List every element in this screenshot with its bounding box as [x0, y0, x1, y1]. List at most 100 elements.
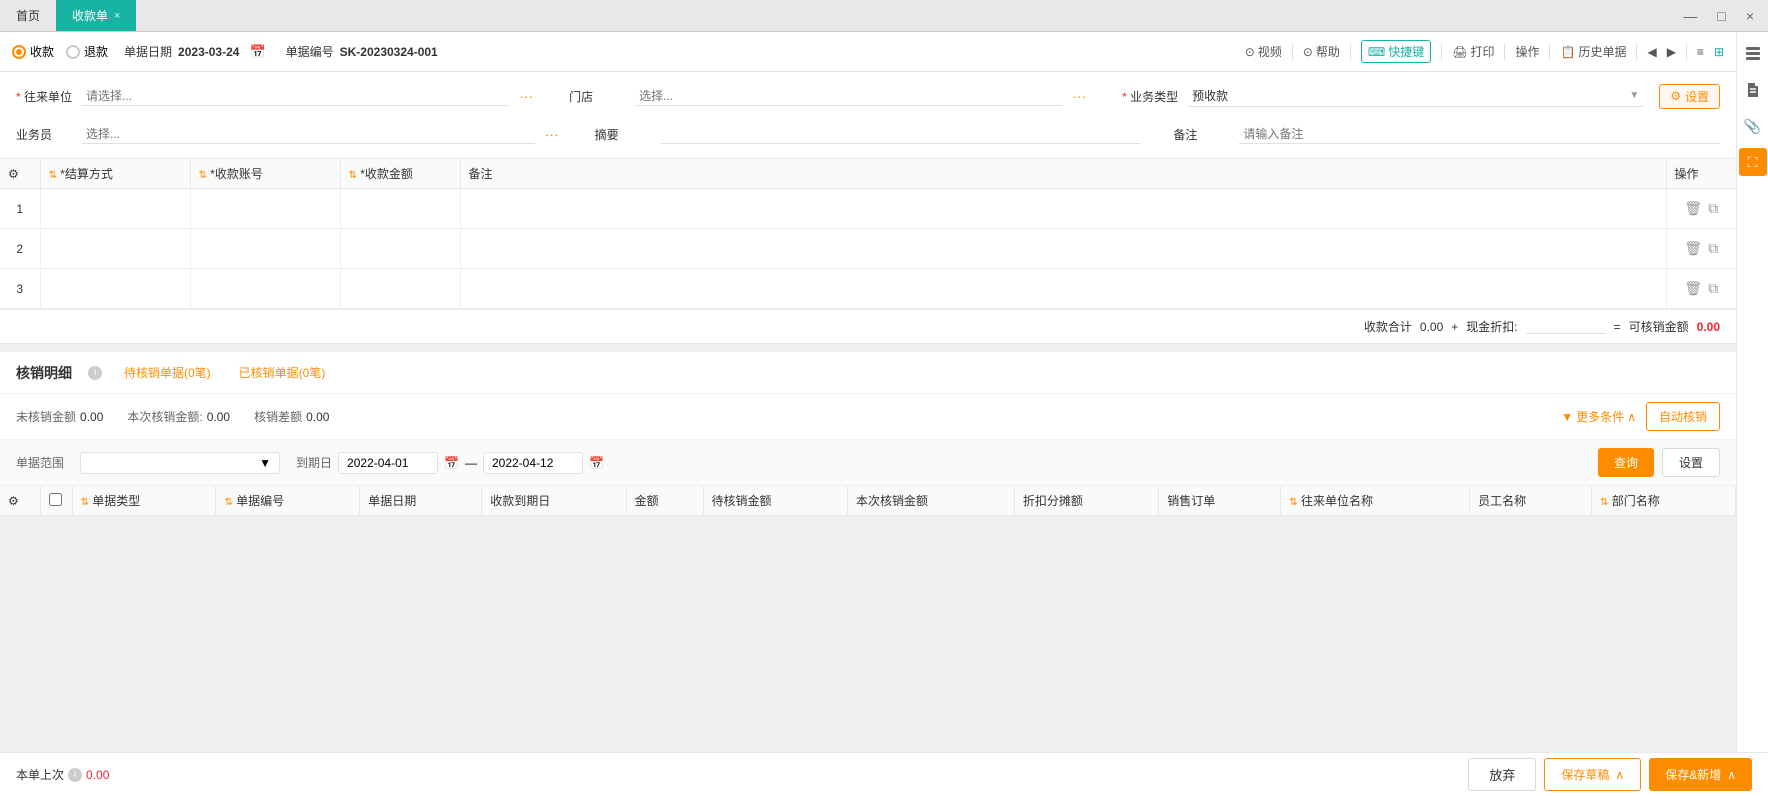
print-button[interactable]: 🖨 打印	[1452, 43, 1494, 60]
keyboard-icon: ⌨	[1368, 45, 1385, 59]
discount-th: 折扣分摊额	[1014, 486, 1158, 516]
account-cell[interactable]	[190, 189, 340, 229]
info-icon[interactable]: i	[88, 366, 102, 380]
save-new-button[interactable]: 保存&新增 ∧	[1649, 758, 1752, 791]
sidebar-table-icon[interactable]	[1739, 40, 1767, 68]
recon-gear-th: ⚙	[0, 486, 40, 516]
close-icon[interactable]: ×	[114, 10, 120, 22]
help-button[interactable]: ⊙ 帮助	[1303, 43, 1340, 60]
delete-icon[interactable]: 🗑	[1684, 280, 1702, 297]
filter-settings-button[interactable]: 设置	[1662, 448, 1720, 477]
history-button[interactable]: 📋 历史单据	[1560, 43, 1626, 60]
gear-icon[interactable]: ⚙	[8, 167, 19, 181]
row-num: 1	[0, 189, 40, 229]
more-conditions-button[interactable]: ▼ 更多条件 ∧	[1561, 408, 1636, 425]
copy-icon[interactable]: ⧉	[1708, 200, 1718, 217]
remark-cell[interactable]	[460, 189, 1666, 229]
calendar-icon[interactable]: 📅	[245, 42, 269, 62]
grid-icon[interactable]: ⊞	[1714, 45, 1724, 59]
tab-home-label: 首页	[16, 7, 40, 24]
counterpart-more-button[interactable]: ···	[515, 88, 537, 104]
number-value: SK-20230324-001	[340, 45, 438, 59]
store-input[interactable]	[635, 87, 1062, 106]
date-from-input[interactable]	[338, 452, 438, 474]
video-button[interactable]: ⊙ 视频	[1245, 43, 1282, 60]
sidebar-attachment-icon[interactable]: 📎	[1739, 112, 1767, 140]
copy-icon[interactable]: ⧉	[1708, 240, 1718, 257]
sidebar-document-icon[interactable]	[1739, 76, 1767, 104]
delete-icon[interactable]: 🗑	[1684, 240, 1702, 257]
footer-info-icon[interactable]: i	[68, 768, 82, 782]
date-to-input[interactable]	[483, 452, 583, 474]
query-button[interactable]: 查询	[1598, 448, 1654, 477]
table-row: 2 🗑 ⧉	[0, 229, 1736, 269]
next-button[interactable]: ▶	[1667, 45, 1676, 59]
divider5	[1549, 44, 1550, 60]
amount-cell[interactable]	[340, 189, 460, 229]
amount-cell[interactable]	[340, 269, 460, 309]
sidebar-expand-icon[interactable]: ⛶	[1739, 148, 1767, 176]
amount-th: 金额	[626, 486, 703, 516]
staff-input[interactable]	[82, 125, 535, 144]
counterpart-name-th: ⇅ 往来单位名称	[1281, 486, 1470, 516]
remark-cell[interactable]	[460, 269, 1666, 309]
discount-input[interactable]	[1526, 319, 1606, 334]
recon-gear-icon[interactable]: ⚙	[8, 494, 19, 508]
tab-receipt[interactable]: 收款单 ×	[56, 0, 136, 31]
delete-icon[interactable]: 🗑	[1684, 200, 1702, 217]
store-label: 门店	[569, 88, 629, 105]
available-value: 0.00	[1697, 320, 1720, 334]
sort-icon[interactable]: ⇅	[224, 497, 232, 508]
sort-icon[interactable]: ⇅	[1289, 497, 1297, 508]
amount-label: *收款金额	[360, 167, 413, 181]
maximize-button[interactable]: □	[1711, 6, 1731, 26]
business-type-select[interactable]: 预收款 ▼	[1188, 85, 1643, 107]
staff-field: 业务员 ···	[16, 125, 563, 144]
select-all-checkbox[interactable]	[49, 493, 62, 506]
sort-icon3[interactable]: ⇅	[349, 170, 357, 181]
recon-stats: 未核销金额 0.00 本次核销金额: 0.00 核销差额 0.00 ▼ 更多条件…	[0, 394, 1736, 440]
range-select[interactable]: ▼	[80, 452, 280, 474]
calendar-from-icon[interactable]: 📅	[444, 456, 459, 470]
counterpart-input[interactable]	[82, 87, 509, 106]
settings-button[interactable]: ⚙ 设置	[1659, 84, 1720, 109]
minimize-button[interactable]: —	[1677, 6, 1703, 26]
save-draft-button[interactable]: 保存草稿 ∧	[1544, 758, 1641, 791]
account-cell[interactable]	[190, 269, 340, 309]
equals-sign: =	[1614, 320, 1621, 334]
done-tab[interactable]: 已核销单据(0笔)	[233, 362, 332, 383]
summary-input[interactable]	[661, 125, 1142, 144]
close-window-button[interactable]: ×	[1740, 6, 1760, 26]
list-icon[interactable]: ≡	[1697, 45, 1704, 59]
operation-button[interactable]: 操作	[1515, 43, 1539, 60]
discard-button[interactable]: 放弃	[1468, 758, 1536, 791]
calendar-to-icon[interactable]: 📅	[589, 456, 604, 470]
plus-sign: +	[1451, 320, 1458, 334]
settlement-cell[interactable]	[40, 189, 190, 229]
amount-cell[interactable]	[340, 229, 460, 269]
store-more-button[interactable]: ···	[1068, 88, 1090, 104]
receipt-radio[interactable]: 收款	[12, 43, 54, 60]
prev-button[interactable]: ◀	[1647, 45, 1656, 59]
sort-icon[interactable]: ⇅	[49, 170, 57, 181]
action-cell: 🗑 ⧉	[1666, 189, 1736, 229]
settlement-cell[interactable]	[40, 229, 190, 269]
recon-table: ⚙ ⇅ 单据类型 ⇅ 单据编号	[0, 486, 1736, 516]
sort-icon[interactable]: ⇅	[1600, 497, 1608, 508]
shortcut-button[interactable]: ⌨ 快捷键	[1361, 40, 1431, 63]
account-cell[interactable]	[190, 229, 340, 269]
settlement-cell[interactable]	[40, 269, 190, 309]
copy-icon[interactable]: ⧉	[1708, 280, 1718, 297]
divider1	[1292, 44, 1293, 60]
sort-icon2[interactable]: ⇅	[199, 170, 207, 181]
staff-more-button[interactable]: ···	[541, 126, 563, 142]
sort-icon[interactable]: ⇅	[81, 497, 89, 508]
pending-tab[interactable]: 待核销单据(0笔)	[118, 362, 217, 383]
refund-radio[interactable]: 退款	[66, 43, 108, 60]
gear-icon: ⚙	[1670, 89, 1681, 103]
tab-home[interactable]: 首页	[0, 0, 56, 31]
note-input[interactable]	[1239, 125, 1720, 144]
remark-cell[interactable]	[460, 229, 1666, 269]
auto-reconcile-button[interactable]: 自动核销	[1646, 402, 1720, 431]
total-label: 收款合计	[1364, 318, 1412, 335]
